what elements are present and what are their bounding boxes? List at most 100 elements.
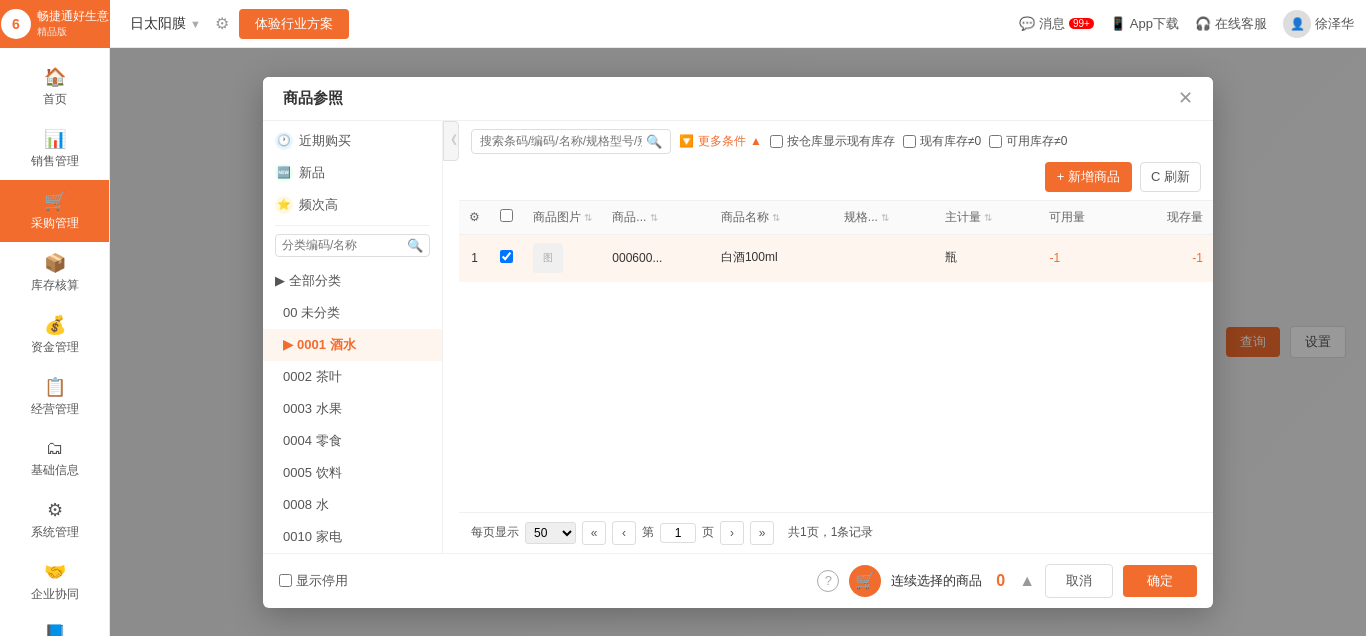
page-prev-button[interactable]: ‹ <box>612 521 636 545</box>
show-disabled-checkbox[interactable]: 显示停用 <box>279 572 348 590</box>
sidebar-item-finance[interactable]: 💰 资金管理 <box>0 304 109 366</box>
th-unit[interactable]: 主计量 ⇅ <box>935 201 1039 235</box>
cat-item-0002[interactable]: 0002 茶叶 <box>263 361 442 393</box>
new-icon: 🆕 <box>275 164 293 182</box>
pagesize-select[interactable]: 50 20 100 200 <box>525 522 576 544</box>
th-spec[interactable]: 规格... ⇅ <box>834 201 935 235</box>
modal-category-panel: 🕐 近期购买 🆕 新品 ⭐ 频次高 <box>263 121 443 553</box>
modal-right: 🔍 🔽 更多条件 ▲ 按仓库显示现有库存 <box>459 121 1213 553</box>
page-last-button[interactable]: » <box>750 521 774 545</box>
page-unit: 页 <box>702 524 714 541</box>
cat-collapse-button[interactable]: 《 <box>443 121 459 161</box>
cat-item-all[interactable]: ▶ 全部分类 <box>263 265 442 297</box>
cancel-button[interactable]: 取消 <box>1045 564 1113 598</box>
checkbox-available-input[interactable] <box>903 135 916 148</box>
sidebar-item-basic[interactable]: 🗂 基础信息 <box>0 428 109 489</box>
product-search-input[interactable] <box>480 134 642 148</box>
sidebar-item-collab[interactable]: 🤝 企业协同 <box>0 551 109 613</box>
sidebar-item-sales[interactable]: 📊 销售管理 <box>0 118 109 180</box>
product-search-box[interactable]: 🔍 <box>471 129 671 154</box>
continuous-label: 连续选择的商品 <box>891 572 982 590</box>
row-checkbox-cell[interactable] <box>490 234 523 281</box>
table-row[interactable]: 1 图 000600... 白酒100ml <box>459 234 1213 281</box>
sidebar-item-operations[interactable]: 📋 经营管理 <box>0 366 109 428</box>
product-reference-modal: 商品参照 ✕ 🕐 近期购买 🆕 <box>263 77 1213 608</box>
checkbox-by-warehouse-input[interactable] <box>770 135 783 148</box>
row-spec <box>834 234 935 281</box>
cat-recent[interactable]: 🕐 近期购买 <box>275 129 430 153</box>
logo-text: 畅捷通好生意 精品版 <box>37 9 109 38</box>
message-badge: 99+ <box>1069 18 1094 29</box>
checkbox-available-ne0[interactable]: 现有库存≠0 <box>903 133 981 150</box>
page-input[interactable] <box>660 523 696 543</box>
cat-search-box[interactable]: 🔍 <box>275 234 430 257</box>
cat-search-input[interactable] <box>282 238 403 252</box>
cat-item-0008[interactable]: 0008 水 <box>263 489 442 521</box>
cat-new[interactable]: 🆕 新品 <box>275 161 430 185</box>
nav-app-item[interactable]: 📱 App下载 <box>1110 15 1179 33</box>
filter-more-button[interactable]: 🔽 更多条件 ▲ <box>679 133 762 150</box>
freq-icon: ⭐ <box>275 196 293 214</box>
page-first-button[interactable]: « <box>582 521 606 545</box>
nav-user-item[interactable]: 👤 徐泽华 <box>1283 10 1354 38</box>
cat-arrow-all: ▶ <box>275 273 285 288</box>
top-nav: 6 畅捷通好生意 精品版 日太阳膜 ▼ ⚙ 体验行业方案 💬 消息 99+ 📱 … <box>0 0 1366 48</box>
th-check[interactable] <box>490 201 523 235</box>
main-layout: 🏠 首页 📊 销售管理 🛒 采购管理 📦 库存核算 💰 资金管理 📋 经营管理 … <box>0 48 1366 636</box>
nav-service-item[interactable]: 🎧 在线客服 <box>1195 15 1267 33</box>
nav-exp-button[interactable]: 体验行业方案 <box>239 9 349 39</box>
help-icon[interactable]: ? <box>817 570 839 592</box>
select-all-checkbox[interactable] <box>500 209 513 222</box>
left-sidebar: 🏠 首页 📊 销售管理 🛒 采购管理 📦 库存核算 💰 资金管理 📋 经营管理 … <box>0 48 110 636</box>
th-available[interactable]: 可用量 <box>1039 201 1126 235</box>
th-name[interactable]: 商品名称 ⇅ <box>711 201 834 235</box>
add-product-button[interactable]: + 新增商品 <box>1045 162 1132 192</box>
nav-gear-icon[interactable]: ⚙ <box>215 14 229 33</box>
nav-company-dropdown[interactable]: 日太阳膜 ▼ <box>130 15 205 33</box>
product-table: ⚙ 商品图片 ⇅ <box>459 201 1213 282</box>
sidebar-item-guide[interactable]: 📘 新手引导 <box>0 613 109 636</box>
checkbox-by-warehouse[interactable]: 按仓库显示现有库存 <box>770 133 895 150</box>
checkbox-usable-ne0[interactable]: 可用库存≠0 <box>989 133 1067 150</box>
cat-shortcuts: 🕐 近期购买 🆕 新品 ⭐ 频次高 <box>263 121 442 225</box>
sidebar-item-purchase[interactable]: 🛒 采购管理 <box>0 180 109 242</box>
nav-message-item[interactable]: 💬 消息 99+ <box>1019 15 1094 33</box>
collapse-footer-icon[interactable]: ▲ <box>1019 572 1035 590</box>
row-checkbox[interactable] <box>500 250 513 263</box>
continuous-count: 0 <box>996 572 1005 590</box>
modal-overlay: 商品参照 ✕ 🕐 近期购买 🆕 <box>110 48 1366 636</box>
page-next-button[interactable]: › <box>720 521 744 545</box>
home-icon: 🏠 <box>44 66 66 88</box>
modal-footer: 显示停用 ? 🛒 连续选择的商品 0 ▲ 取消 确定 <box>263 553 1213 608</box>
cat-item-0003[interactable]: 0003 水果 <box>263 393 442 425</box>
page-total: 共1页，1条记录 <box>788 524 873 541</box>
cat-arrow-0001: ▶ <box>283 337 293 352</box>
cat-item-0010[interactable]: 0010 家电 <box>263 521 442 553</box>
system-icon: ⚙ <box>47 499 63 521</box>
row-index: 1 <box>459 234 490 281</box>
th-settings[interactable]: ⚙ <box>459 201 490 235</box>
cat-item-0005[interactable]: 0005 饮料 <box>263 457 442 489</box>
sidebar-item-inventory[interactable]: 📦 库存核算 <box>0 242 109 304</box>
sidebar-item-home[interactable]: 🏠 首页 <box>0 56 109 118</box>
cat-list: ▶ 全部分类 00 未分类 ▶ 0001 酒水 0002 茶 <box>263 265 442 553</box>
refresh-button[interactable]: C 刷新 <box>1140 162 1201 192</box>
cart-icon[interactable]: 🛒 <box>849 565 881 597</box>
purchase-icon: 🛒 <box>44 190 66 212</box>
cat-item-00[interactable]: 00 未分类 <box>263 297 442 329</box>
product-search-icon: 🔍 <box>646 134 662 149</box>
product-thumb: 图 <box>533 243 563 273</box>
logo-icon: 6 <box>1 9 31 39</box>
modal-close-button[interactable]: ✕ <box>1178 89 1193 107</box>
cat-item-0004[interactable]: 0004 零食 <box>263 425 442 457</box>
cat-frequent[interactable]: ⭐ 频次高 <box>275 193 430 217</box>
show-disabled-input[interactable] <box>279 574 292 587</box>
cat-item-0001[interactable]: ▶ 0001 酒水 <box>263 329 442 361</box>
th-code[interactable]: 商品... ⇅ <box>602 201 711 235</box>
checkbox-usable-input[interactable] <box>989 135 1002 148</box>
th-stock[interactable]: 现存量 <box>1126 201 1213 235</box>
sidebar-item-system[interactable]: ⚙ 系统管理 <box>0 489 109 551</box>
confirm-button[interactable]: 确定 <box>1123 565 1197 597</box>
modal-body: 🕐 近期购买 🆕 新品 ⭐ 频次高 <box>263 121 1213 553</box>
cat-search-icon: 🔍 <box>407 238 423 253</box>
